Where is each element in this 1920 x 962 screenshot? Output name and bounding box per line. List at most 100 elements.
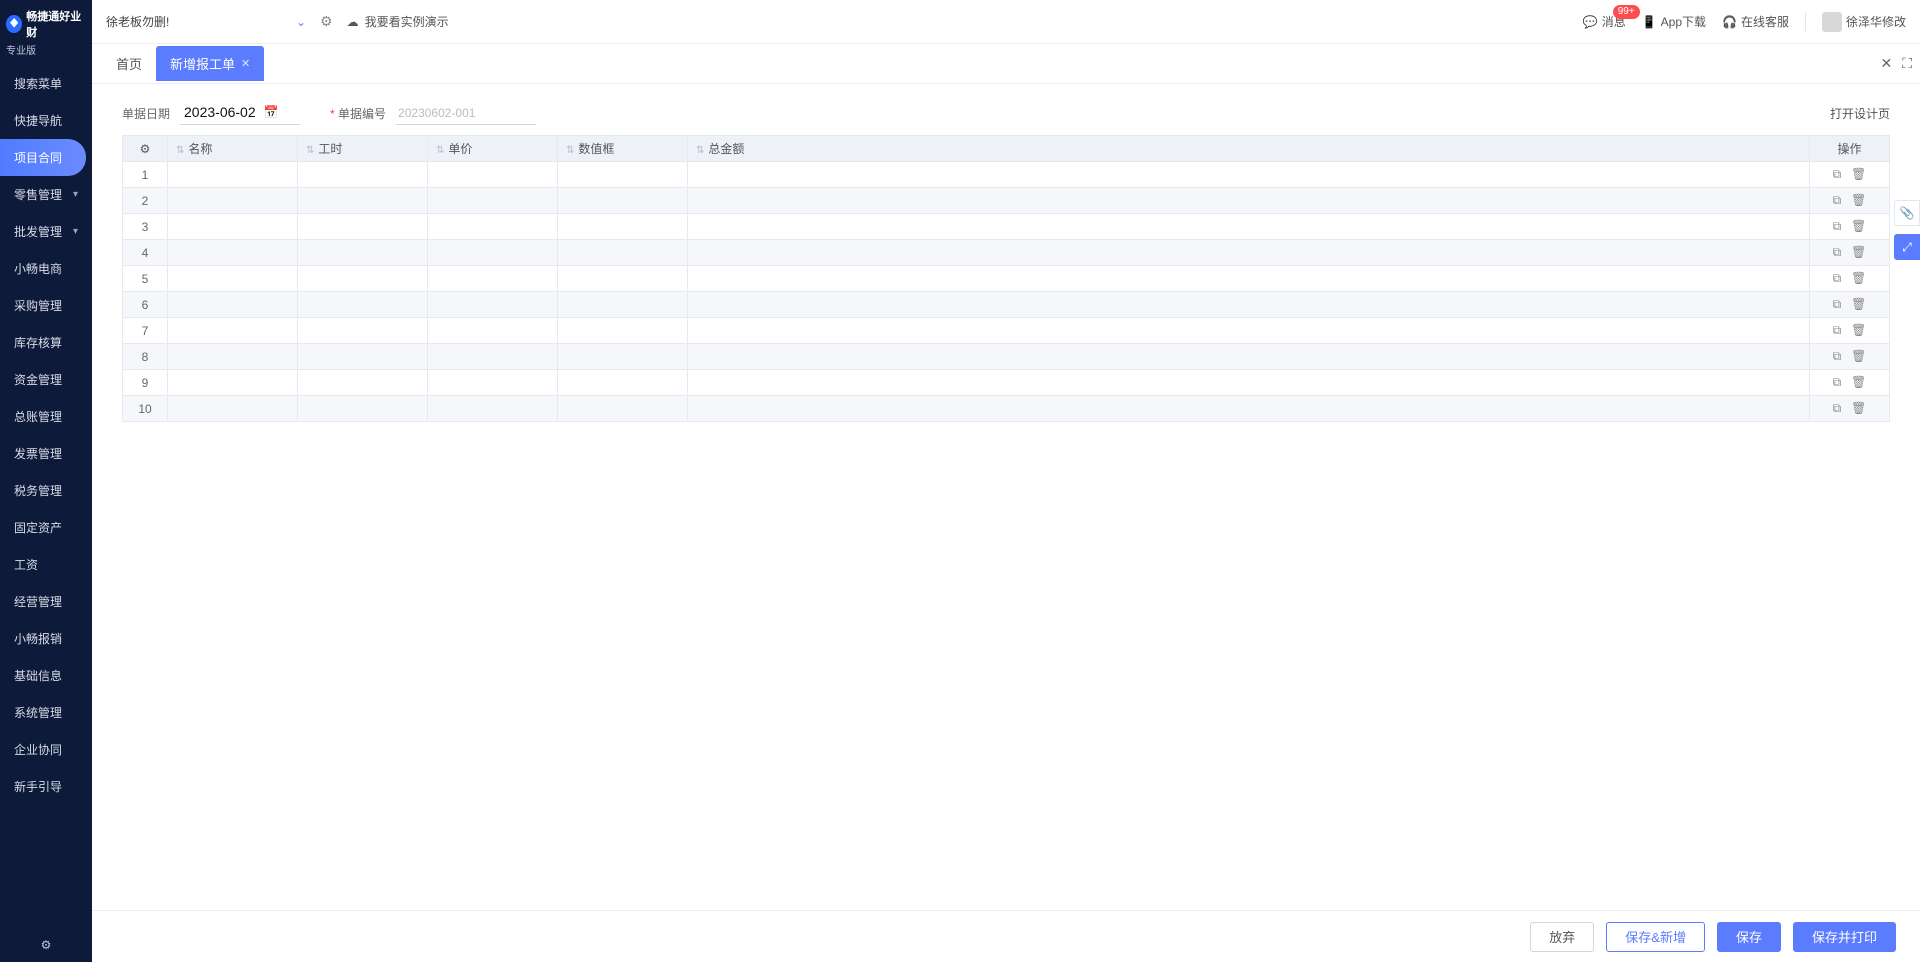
close-all-icon[interactable]: ✕ (1880, 55, 1892, 72)
cell[interactable] (558, 240, 688, 266)
user-menu[interactable]: 徐泽华修改 (1822, 12, 1906, 32)
cell[interactable] (298, 240, 428, 266)
cell[interactable] (168, 214, 298, 240)
delete-row-icon[interactable]: 🗑 (1851, 167, 1866, 182)
cell[interactable] (298, 162, 428, 188)
copy-row-icon[interactable]: ⧉ (1833, 167, 1842, 182)
sidebar-item[interactable]: 工资 (0, 546, 92, 583)
cell[interactable] (428, 266, 558, 292)
copy-row-icon[interactable]: ⧉ (1833, 375, 1842, 390)
open-design-link[interactable]: 打开设计页 (1830, 105, 1890, 122)
date-input[interactable]: 2023-06-02 📅 (180, 102, 300, 125)
settings-icon[interactable]: ⚙ (320, 13, 333, 30)
sidebar-settings[interactable]: ⚙ (0, 928, 92, 962)
delete-row-icon[interactable]: 🗑 (1851, 271, 1866, 286)
cell[interactable] (298, 318, 428, 344)
copy-row-icon[interactable]: ⧉ (1833, 349, 1842, 364)
sidebar-item[interactable]: 零售管理▾ (0, 176, 92, 213)
delete-row-icon[interactable]: 🗑 (1851, 401, 1866, 416)
copy-row-icon[interactable]: ⧉ (1833, 297, 1842, 312)
tab[interactable]: 新增报工单✕ (156, 46, 264, 81)
sidebar-item[interactable]: 发票管理 (0, 435, 92, 472)
settings-column-header[interactable]: ⚙ (123, 136, 168, 162)
cell[interactable] (168, 266, 298, 292)
delete-row-icon[interactable]: 🗑 (1851, 219, 1866, 234)
cell[interactable] (298, 188, 428, 214)
cell[interactable] (428, 240, 558, 266)
calendar-icon[interactable]: 📅 (264, 105, 279, 119)
cell[interactable] (558, 396, 688, 422)
col-price[interactable]: ⇅单价 (428, 136, 558, 162)
cell[interactable] (168, 188, 298, 214)
sidebar-item[interactable]: 小畅电商 (0, 250, 92, 287)
copy-row-icon[interactable]: ⧉ (1833, 323, 1842, 338)
copy-row-icon[interactable]: ⧉ (1833, 193, 1842, 208)
col-name[interactable]: ⇅名称 (168, 136, 298, 162)
customer-service-button[interactable]: 🎧 在线客服 (1722, 13, 1789, 30)
cell[interactable] (298, 370, 428, 396)
cell[interactable] (558, 344, 688, 370)
copy-row-icon[interactable]: ⧉ (1833, 219, 1842, 234)
col-number[interactable]: ⇅数值框 (558, 136, 688, 162)
delete-row-icon[interactable]: 🗑 (1851, 193, 1866, 208)
cell[interactable] (298, 396, 428, 422)
cell[interactable] (428, 214, 558, 240)
sidebar-item[interactable]: 新手引导 (0, 768, 92, 805)
copy-row-icon[interactable]: ⧉ (1833, 271, 1842, 286)
sidebar-item[interactable]: 搜索菜单 (0, 65, 92, 102)
app-download-button[interactable]: 📱 App下载 (1642, 13, 1706, 30)
cell[interactable] (558, 370, 688, 396)
col-total[interactable]: ⇅总金额 (688, 136, 1810, 162)
cell[interactable] (168, 292, 298, 318)
save-and-new-button[interactable]: 保存&新增 (1606, 922, 1705, 952)
attachment-button[interactable]: 📎 (1894, 200, 1920, 226)
cell[interactable] (688, 292, 1810, 318)
cell[interactable] (688, 370, 1810, 396)
discard-button[interactable]: 放弃 (1530, 922, 1594, 952)
cell[interactable] (428, 370, 558, 396)
sidebar-item[interactable]: 批发管理▾ (0, 213, 92, 250)
save-button[interactable]: 保存 (1717, 922, 1781, 952)
cell[interactable] (298, 214, 428, 240)
sidebar-item[interactable]: 企业协同 (0, 731, 92, 768)
demo-link[interactable]: ☁ 我要看实例演示 (347, 13, 449, 30)
save-and-print-button[interactable]: 保存并打印 (1793, 922, 1896, 952)
cell[interactable] (428, 292, 558, 318)
cell[interactable] (558, 266, 688, 292)
cell[interactable] (168, 344, 298, 370)
delete-row-icon[interactable]: 🗑 (1851, 375, 1866, 390)
delete-row-icon[interactable]: 🗑 (1851, 323, 1866, 338)
sidebar-item[interactable]: 小畅报销 (0, 620, 92, 657)
cell[interactable] (558, 162, 688, 188)
sidebar-item[interactable]: 快捷导航 (0, 102, 92, 139)
cell[interactable] (298, 266, 428, 292)
messages-button[interactable]: 💬 消息 99+ (1583, 13, 1626, 30)
expand-button[interactable]: ⤢ (1894, 234, 1920, 260)
cell[interactable] (688, 396, 1810, 422)
sidebar-item[interactable]: 项目合同 (0, 139, 86, 176)
sidebar-item[interactable]: 总账管理 (0, 398, 92, 435)
fullscreen-icon[interactable]: ⛶ (1902, 55, 1912, 72)
delete-row-icon[interactable]: 🗑 (1851, 297, 1866, 312)
cell[interactable] (688, 318, 1810, 344)
sidebar-item[interactable]: 经营管理 (0, 583, 92, 620)
delete-row-icon[interactable]: 🗑 (1851, 245, 1866, 260)
org-selector[interactable]: 徐老板勿删! ⌄ (106, 13, 306, 30)
cell[interactable] (298, 344, 428, 370)
sidebar-item[interactable]: 资金管理 (0, 361, 92, 398)
cell[interactable] (688, 344, 1810, 370)
cell[interactable] (688, 266, 1810, 292)
sidebar-item[interactable]: 系统管理 (0, 694, 92, 731)
cell[interactable] (428, 318, 558, 344)
cell[interactable] (688, 240, 1810, 266)
cell[interactable] (428, 188, 558, 214)
cell[interactable] (558, 318, 688, 344)
cell[interactable] (298, 292, 428, 318)
sidebar-item[interactable]: 库存核算 (0, 324, 92, 361)
copy-row-icon[interactable]: ⧉ (1833, 245, 1842, 260)
cell[interactable] (688, 162, 1810, 188)
cell[interactable] (688, 188, 1810, 214)
sidebar-item[interactable]: 采购管理 (0, 287, 92, 324)
col-hours[interactable]: ⇅工时 (298, 136, 428, 162)
copy-row-icon[interactable]: ⧉ (1833, 401, 1842, 416)
